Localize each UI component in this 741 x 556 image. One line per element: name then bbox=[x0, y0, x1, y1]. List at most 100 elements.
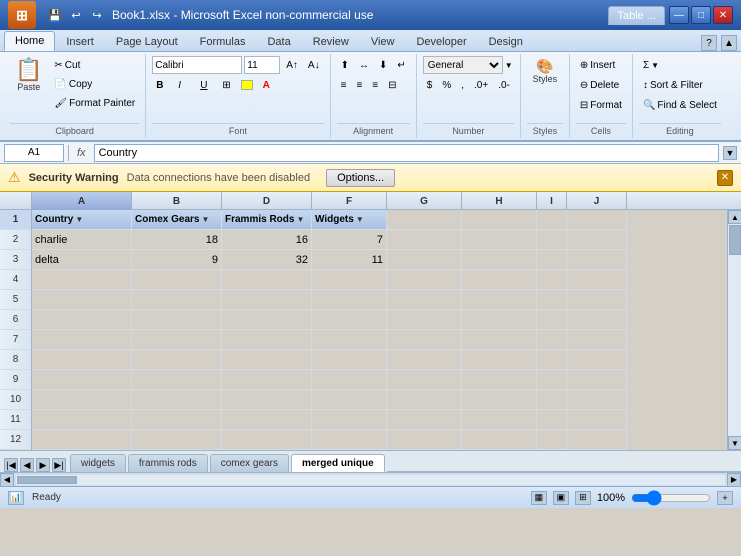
cell-b5[interactable] bbox=[132, 290, 222, 310]
cell-i10[interactable] bbox=[537, 390, 567, 410]
align-left-button[interactable]: ≡ bbox=[337, 76, 351, 94]
underline-button[interactable]: U bbox=[196, 76, 216, 94]
cell-d9[interactable] bbox=[222, 370, 312, 390]
tab-view[interactable]: View bbox=[360, 31, 406, 51]
cell-h12[interactable] bbox=[462, 430, 537, 450]
options-button[interactable]: Options... bbox=[326, 169, 395, 187]
cell-f6[interactable] bbox=[312, 310, 387, 330]
cell-f9[interactable] bbox=[312, 370, 387, 390]
cell-h1[interactable] bbox=[462, 210, 537, 230]
font-name-input[interactable] bbox=[152, 56, 242, 74]
cell-h11[interactable] bbox=[462, 410, 537, 430]
cell-a12[interactable] bbox=[32, 430, 132, 450]
cell-j1[interactable] bbox=[567, 210, 627, 230]
cell-a5[interactable] bbox=[32, 290, 132, 310]
cell-d10[interactable] bbox=[222, 390, 312, 410]
cell-b6[interactable] bbox=[132, 310, 222, 330]
cell-j9[interactable] bbox=[567, 370, 627, 390]
cell-j8[interactable] bbox=[567, 350, 627, 370]
percent-button[interactable]: % bbox=[438, 76, 455, 94]
cell-g10[interactable] bbox=[387, 390, 462, 410]
cell-f5[interactable] bbox=[312, 290, 387, 310]
tab-data[interactable]: Data bbox=[256, 31, 301, 51]
vertical-scrollbar[interactable]: ▲ ▼ bbox=[727, 210, 741, 450]
formula-input[interactable] bbox=[94, 144, 719, 162]
copy-button[interactable]: 📄Copy bbox=[50, 75, 139, 93]
cell-d8[interactable] bbox=[222, 350, 312, 370]
cell-j5[interactable] bbox=[567, 290, 627, 310]
cell-i2[interactable] bbox=[537, 230, 567, 250]
cell-j7[interactable] bbox=[567, 330, 627, 350]
cell-g4[interactable] bbox=[387, 270, 462, 290]
cell-f3[interactable]: 11 bbox=[312, 250, 387, 270]
tab-home[interactable]: Home bbox=[4, 31, 55, 51]
cell-j11[interactable] bbox=[567, 410, 627, 430]
cell-b9[interactable] bbox=[132, 370, 222, 390]
comma-button[interactable]: , bbox=[457, 76, 468, 94]
cell-d7[interactable] bbox=[222, 330, 312, 350]
cell-a6[interactable] bbox=[32, 310, 132, 330]
cell-d1[interactable]: Frammis Rods ▼ bbox=[222, 210, 312, 230]
tab-insert[interactable]: Insert bbox=[55, 31, 105, 51]
cell-i3[interactable] bbox=[537, 250, 567, 270]
cell-h7[interactable] bbox=[462, 330, 537, 350]
align-middle-button[interactable]: ↔ bbox=[355, 56, 373, 74]
cell-a10[interactable] bbox=[32, 390, 132, 410]
cell-b12[interactable] bbox=[132, 430, 222, 450]
scroll-up-button[interactable]: ▲ bbox=[728, 210, 741, 224]
cell-i1[interactable] bbox=[537, 210, 567, 230]
align-right-button[interactable]: ≡ bbox=[368, 76, 382, 94]
filter-arrow-b[interactable]: ▼ bbox=[201, 215, 209, 224]
increase-font-button[interactable]: A↑ bbox=[282, 56, 302, 74]
cell-g7[interactable] bbox=[387, 330, 462, 350]
cell-i8[interactable] bbox=[537, 350, 567, 370]
cell-i7[interactable] bbox=[537, 330, 567, 350]
sheet-tab-merged-unique[interactable]: merged unique bbox=[291, 454, 385, 472]
cell-a1[interactable]: Country ▼ bbox=[32, 210, 132, 230]
cell-a3[interactable]: delta bbox=[32, 250, 132, 270]
wrap-text-button[interactable]: ↵ bbox=[393, 56, 409, 74]
cell-f7[interactable] bbox=[312, 330, 387, 350]
cell-g9[interactable] bbox=[387, 370, 462, 390]
cell-i9[interactable] bbox=[537, 370, 567, 390]
cell-b3[interactable]: 9 bbox=[132, 250, 222, 270]
sheet-nav-last[interactable]: ▶| bbox=[52, 458, 66, 472]
page-break-view-button[interactable]: ⊞ bbox=[575, 491, 591, 505]
h-scroll-track[interactable] bbox=[16, 475, 725, 485]
cell-j2[interactable] bbox=[567, 230, 627, 250]
undo-quick-btn[interactable]: ↩ bbox=[67, 6, 85, 24]
cell-f10[interactable] bbox=[312, 390, 387, 410]
minimize-button[interactable]: — bbox=[669, 6, 689, 24]
scroll-thumb[interactable] bbox=[729, 225, 741, 255]
decrease-font-button[interactable]: A↓ bbox=[304, 56, 324, 74]
cell-f2[interactable]: 7 bbox=[312, 230, 387, 250]
cell-h9[interactable] bbox=[462, 370, 537, 390]
find-select-button[interactable]: 🔍 Find & Select bbox=[639, 96, 721, 114]
styles-button[interactable]: 🎨 Styles bbox=[527, 56, 563, 87]
cell-d6[interactable] bbox=[222, 310, 312, 330]
h-scroll-thumb[interactable] bbox=[17, 476, 77, 484]
sheet-nav-first[interactable]: |◀ bbox=[4, 458, 18, 472]
cell-g12[interactable] bbox=[387, 430, 462, 450]
sort-filter-button[interactable]: ↕ Sort & Filter bbox=[639, 76, 707, 94]
cell-i4[interactable] bbox=[537, 270, 567, 290]
cell-i12[interactable] bbox=[537, 430, 567, 450]
merge-center-button[interactable]: ⊟ bbox=[384, 76, 400, 94]
horizontal-scrollbar[interactable]: ◀ ▶ bbox=[0, 472, 741, 486]
cell-i11[interactable] bbox=[537, 410, 567, 430]
cell-f1[interactable]: Widgets ▼ bbox=[312, 210, 387, 230]
cell-d3[interactable]: 32 bbox=[222, 250, 312, 270]
autosum-button[interactable]: Σ ▼ bbox=[639, 56, 663, 74]
border-button[interactable]: ⊞ bbox=[218, 76, 234, 94]
increase-decimal-button[interactable]: .0+ bbox=[470, 76, 492, 94]
cell-b10[interactable] bbox=[132, 390, 222, 410]
cell-h4[interactable] bbox=[462, 270, 537, 290]
save-quick-btn[interactable]: 💾 bbox=[46, 6, 64, 24]
align-center-button[interactable]: ≡ bbox=[352, 76, 366, 94]
scroll-left-button[interactable]: ◀ bbox=[0, 473, 14, 487]
cell-d12[interactable] bbox=[222, 430, 312, 450]
cell-f11[interactable] bbox=[312, 410, 387, 430]
delete-button[interactable]: ⊖ Delete bbox=[576, 76, 623, 94]
cell-g2[interactable] bbox=[387, 230, 462, 250]
sheet-tab-comex-gears[interactable]: comex gears bbox=[210, 454, 289, 472]
